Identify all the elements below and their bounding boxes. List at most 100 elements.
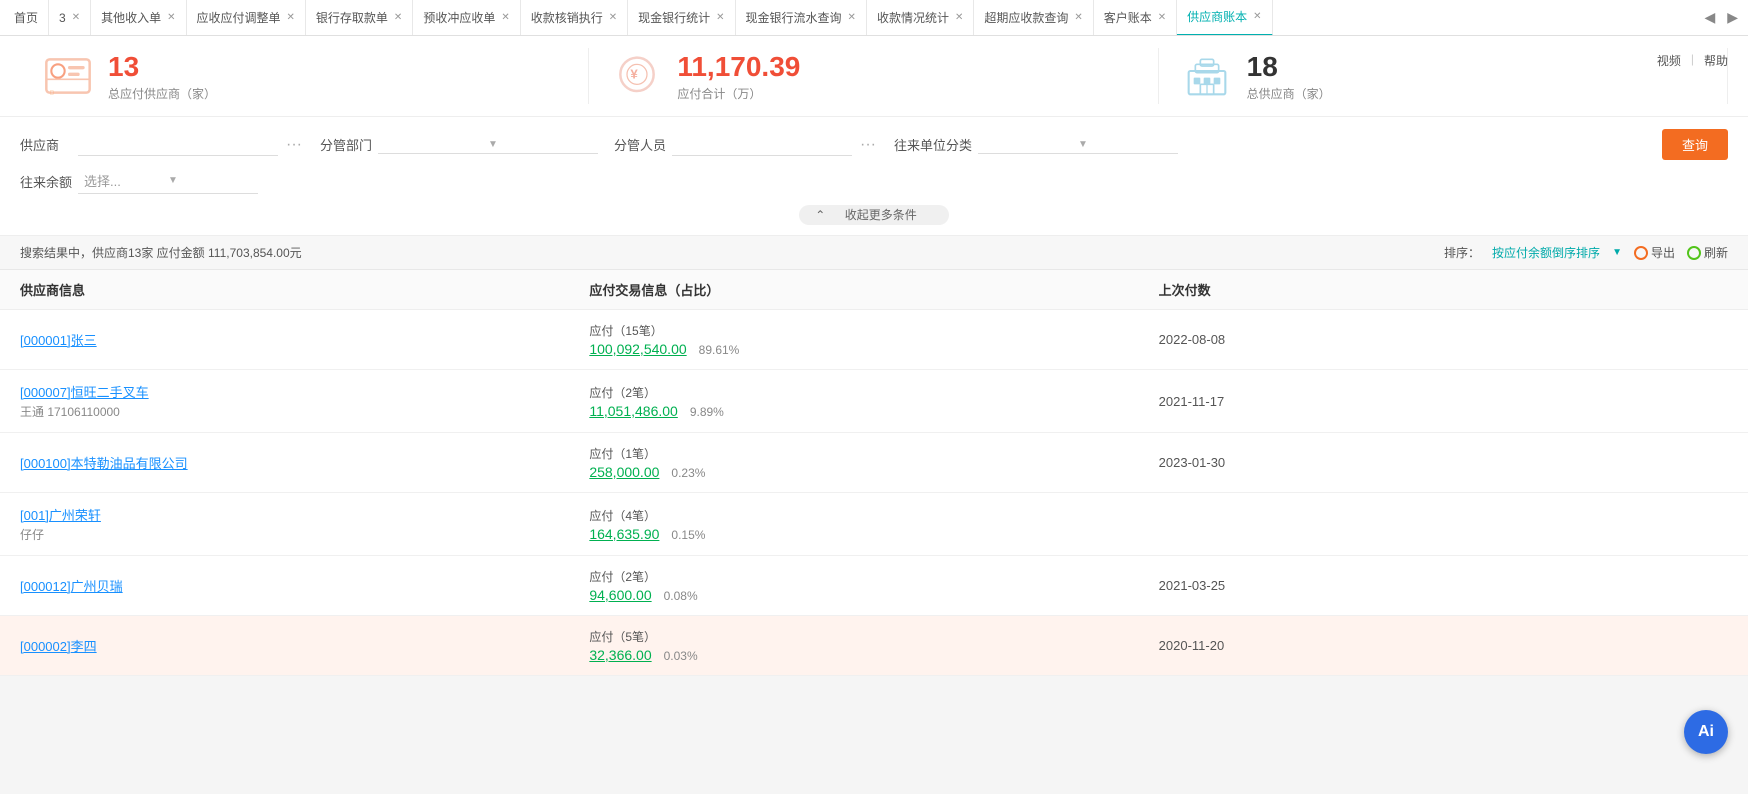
- tx-amount-5[interactable]: 32,366.00: [589, 647, 651, 663]
- nav-tab-adjustment[interactable]: 应收应付调整单 ✕: [187, 0, 306, 36]
- nav-tab-customer[interactable]: 客户账本 ✕: [1094, 0, 1177, 36]
- person-filter-input[interactable]: [672, 134, 852, 156]
- table-row: [000001]张三 应付 （15笔） 100,092,540.00 89.61…: [0, 310, 1748, 370]
- person-filter-label: 分管人员: [614, 135, 666, 154]
- nav-prev-arrow[interactable]: ◀: [1698, 9, 1721, 26]
- result-tools: 排序： 按应付余额倒序排序 ▼ 导出 刷新: [1444, 244, 1728, 261]
- tx-info-3: 应付 （4笔） 164,635.90 0.15%: [589, 507, 1158, 542]
- close-icon[interactable]: ✕: [287, 12, 295, 23]
- nav-tab-cash-flow[interactable]: 现金银行流水查询 ✕: [736, 0, 867, 36]
- last-pay-1: 2021-11-17: [1159, 394, 1728, 409]
- nav-tab-cash-stat[interactable]: 现金银行统计 ✕: [628, 0, 735, 36]
- close-icon[interactable]: ✕: [167, 12, 175, 23]
- table-row: [000100]本特勒油品有限公司 应付 （1笔） 258,000.00 0.2…: [0, 433, 1748, 493]
- sort-value[interactable]: 按应付余额倒序排序: [1492, 244, 1600, 261]
- stat-label-payable-suppliers: 总应付供应商（家）: [108, 85, 216, 102]
- supplier-link-3[interactable]: [001]广州荣轩: [20, 508, 101, 523]
- supplier-link-2[interactable]: [000100]本特勒油品有限公司: [20, 456, 188, 471]
- table-row: [000012]广州贝瑞 应付 （2笔） 94,600.00 0.08% 202…: [0, 556, 1748, 616]
- table-header: 供应商信息 应付交易信息（占比） 上次付数: [0, 270, 1748, 310]
- nav-tab-supplier[interactable]: 供应商账本 ✕: [1177, 0, 1272, 36]
- refresh-button[interactable]: 刷新: [1687, 244, 1728, 261]
- tx-amount-3[interactable]: 164,635.90: [589, 526, 659, 542]
- close-icon[interactable]: ✕: [1158, 12, 1166, 23]
- tx-amount-0[interactable]: 100,092,540.00: [589, 341, 686, 357]
- supplier-info-1: [000007]恒旺二手叉车 王通 17106110000: [20, 382, 589, 420]
- tx-percent-1: 9.89%: [690, 405, 724, 419]
- collapse-bar[interactable]: ⌃ 收起更多条件: [20, 202, 1728, 227]
- query-button[interactable]: 查询: [1662, 129, 1728, 160]
- stat-text-total-suppliers: 18 总供应商（家）: [1247, 51, 1331, 102]
- nav-tab-prepay[interactable]: 预收冲应收单 ✕: [413, 0, 520, 36]
- table-row: [000007]恒旺二手叉车 王通 17106110000 应付 （2笔） 11…: [0, 370, 1748, 433]
- supplier-link-1[interactable]: [000007]恒旺二手叉车: [20, 385, 149, 400]
- close-icon[interactable]: ✕: [716, 12, 724, 23]
- dept-filter-label: 分管部门: [320, 135, 372, 154]
- sort-prefix: 排序：: [1444, 244, 1480, 261]
- supplier-link-5[interactable]: [000002]李四: [20, 639, 97, 654]
- dept-dropdown-arrow: ▼: [488, 139, 592, 150]
- ai-button[interactable]: Ai: [1684, 710, 1728, 754]
- close-icon[interactable]: ✕: [394, 12, 402, 23]
- person-dots-icon[interactable]: ···: [858, 136, 878, 154]
- col-header-tx: 应付交易信息（占比）: [589, 280, 1158, 299]
- tx-amount-1[interactable]: 11,051,486.00: [589, 403, 678, 419]
- stat-number-payable-total: 11,170.39: [677, 51, 800, 83]
- supplier-info-0: [000001]张三: [20, 330, 589, 349]
- nav-tab-collection[interactable]: 收款核销执行 ✕: [521, 0, 628, 36]
- header-tools: 视频 | 帮助: [1657, 52, 1728, 69]
- supplier-filter-input[interactable]: [78, 134, 278, 156]
- close-icon[interactable]: ✕: [72, 12, 80, 23]
- stat-label-payable-total: 应付合计（万）: [677, 85, 800, 102]
- category-filter-select[interactable]: ▼: [978, 136, 1178, 154]
- nav-tab-other-income[interactable]: 其他收入单 ✕: [91, 0, 186, 36]
- close-icon[interactable]: ✕: [501, 12, 509, 23]
- supplier-link-0[interactable]: [000001]张三: [20, 333, 97, 348]
- balance-filter-select[interactable]: 选择... ▼: [78, 168, 258, 194]
- tx-percent-5: 0.03%: [664, 649, 698, 663]
- table-row: [000002]李四 应付 （5笔） 32,366.00 0.03% 2020-…: [0, 616, 1748, 676]
- help-link[interactable]: 帮助: [1704, 52, 1728, 69]
- stat-text-payable-suppliers: 13 总应付供应商（家）: [108, 51, 216, 102]
- close-icon[interactable]: ✕: [955, 12, 963, 23]
- tx-info-1: 应付 （2笔） 11,051,486.00 9.89%: [589, 384, 1158, 419]
- top-nav: 首页 3 ✕ 其他收入单 ✕ 应收应付调整单 ✕ 银行存取款单 ✕ 预收冲应收单…: [0, 0, 1748, 36]
- nav-tab-collection-stat[interactable]: 收款情况统计 ✕: [867, 0, 974, 36]
- stat-number-payable-suppliers: 13: [108, 51, 216, 83]
- collapse-label: ⌃ 收起更多条件: [799, 205, 948, 225]
- tx-amount-2[interactable]: 258,000.00: [589, 464, 659, 480]
- export-button[interactable]: 导出: [1634, 244, 1675, 261]
- nav-tab-overdue[interactable]: 超期应收款查询 ✕: [974, 0, 1093, 36]
- nav-tab-bank[interactable]: 银行存取款单 ✕: [306, 0, 413, 36]
- filter-area: 供应商 ··· 分管部门 ▼ 分管人员 ··· 往来单位分类 ▼ 查询: [0, 117, 1748, 236]
- nav-next-arrow[interactable]: ▶: [1721, 9, 1744, 26]
- supplier-sub-3: 仔仔: [20, 526, 589, 543]
- close-icon[interactable]: ✕: [1074, 12, 1082, 23]
- last-pay-0: 2022-08-08: [1159, 332, 1728, 347]
- close-icon[interactable]: ✕: [609, 12, 617, 23]
- close-icon[interactable]: ✕: [848, 12, 856, 23]
- nav-tab-3[interactable]: 3 ✕: [49, 0, 91, 36]
- close-icon[interactable]: ✕: [1253, 11, 1261, 22]
- tx-percent-3: 0.15%: [671, 528, 705, 542]
- dept-filter-select[interactable]: ▼: [378, 136, 598, 154]
- svg-text:¥: ¥: [631, 67, 639, 82]
- last-pay-4: 2021-03-25: [1159, 578, 1728, 593]
- filter-item-person: 分管人员 ···: [614, 134, 878, 156]
- tx-amount-4[interactable]: 94,600.00: [589, 587, 651, 603]
- stat-text-payable-total: 11,170.39 应付合计（万）: [677, 51, 800, 102]
- filter-item-balance: 往来余额 选择... ▼: [20, 168, 258, 194]
- filter-row-1: 供应商 ··· 分管部门 ▼ 分管人员 ··· 往来单位分类 ▼ 查询: [20, 129, 1728, 160]
- svg-text:: : [50, 90, 54, 96]
- supplier-link-4[interactable]: [000012]广州贝瑞: [20, 579, 123, 594]
- tx-info-0: 应付 （15笔） 100,092,540.00 89.61%: [589, 322, 1158, 357]
- supplier-icon-1: : [40, 48, 96, 104]
- nav-tab-home[interactable]: 首页: [4, 0, 49, 36]
- sort-arrow[interactable]: ▼: [1612, 247, 1622, 258]
- filter-row-2: 往来余额 选择... ▼: [20, 168, 1728, 194]
- video-link[interactable]: 视频: [1657, 52, 1681, 69]
- stat-block-total-suppliers: 18 总供应商（家）: [1159, 48, 1728, 104]
- supplier-dots-icon[interactable]: ···: [284, 136, 304, 154]
- table-row: [001]广州荣轩 仔仔 应付 （4笔） 164,635.90 0.15%: [0, 493, 1748, 556]
- stat-block-payable-total: ¥ 11,170.39 应付合计（万）: [589, 48, 1158, 104]
